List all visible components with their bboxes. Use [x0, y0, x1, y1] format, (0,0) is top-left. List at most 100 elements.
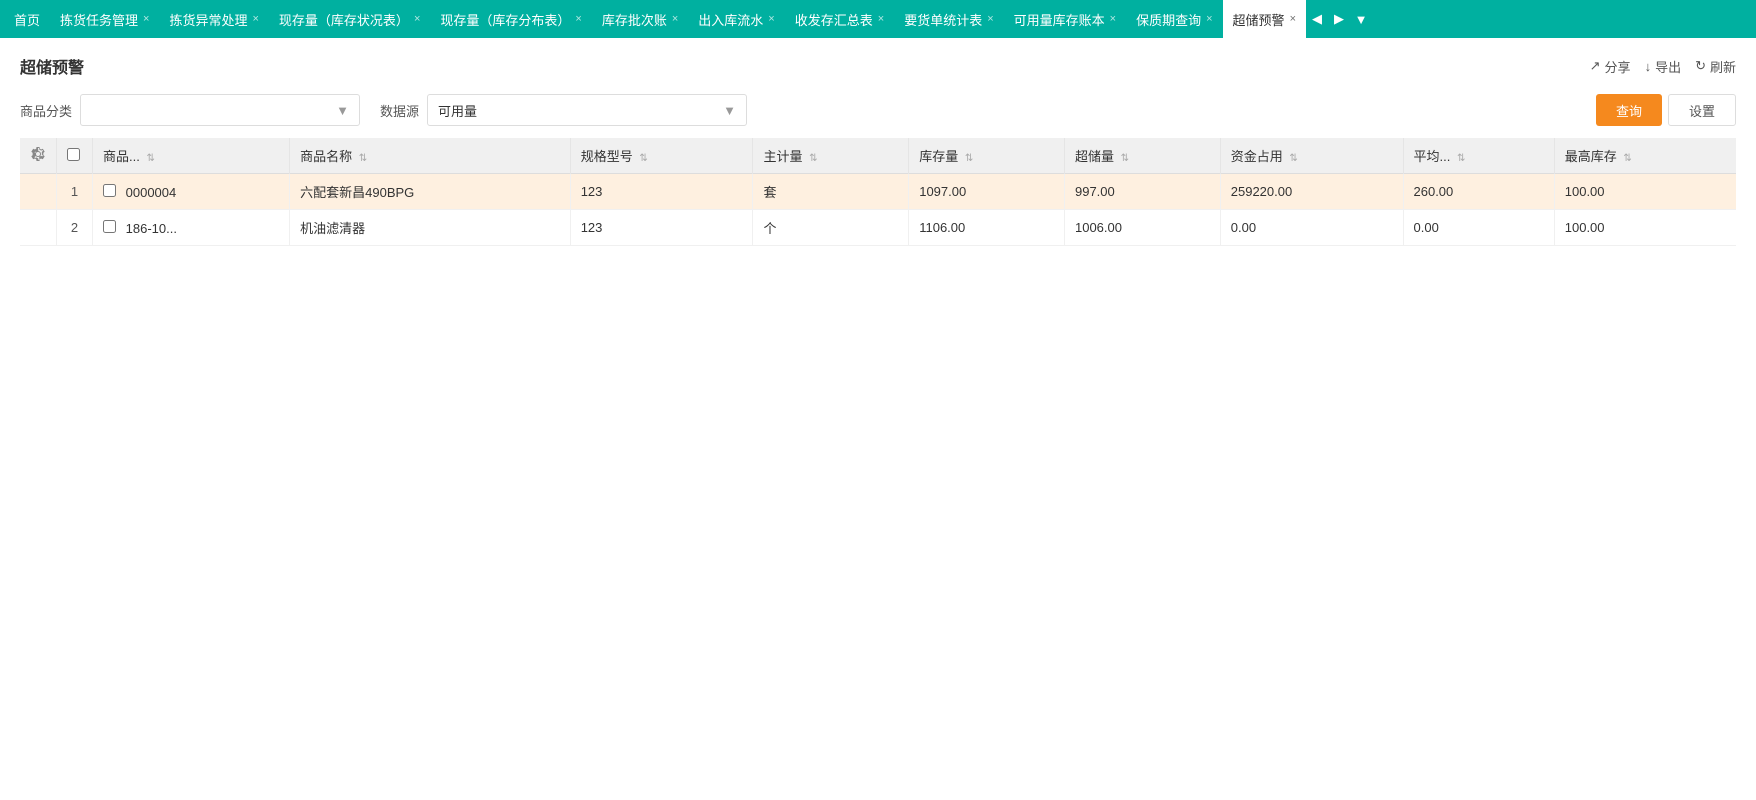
row2-max-stock: 100.00	[1554, 210, 1736, 246]
row2-stock: 1106.00	[909, 210, 1065, 246]
filter-datasource: 数据源 可用量 ▼	[380, 94, 747, 126]
row2-product-code: 186-10...	[93, 210, 290, 246]
refresh-icon: ↻	[1695, 58, 1706, 74]
header-actions: ↗ 分享 ↓ 导出 ↻ 刷新	[1590, 57, 1736, 76]
export-button[interactable]: ↓ 导出	[1645, 57, 1682, 76]
select-all-checkbox[interactable]	[67, 148, 80, 161]
export-icon: ↓	[1645, 59, 1652, 74]
query-button[interactable]: 查询	[1596, 94, 1662, 126]
row2-overstock: 1006.00	[1064, 210, 1220, 246]
row1-capital: 259220.00	[1220, 174, 1403, 210]
nav-prev-arrow[interactable]: ◀	[1306, 0, 1328, 38]
table-row: 2 186-10... 机油滤清器 123 个 1106.00 1006.00 …	[20, 210, 1736, 246]
sort-icon-unit: ⇅	[809, 153, 817, 164]
gear-icon	[30, 146, 46, 162]
table-header-capital[interactable]: 资金占用 ⇅	[1220, 138, 1403, 174]
page-title: 超储预警	[20, 54, 84, 78]
row2-settings-cell	[20, 210, 57, 246]
row1-max-stock: 100.00	[1554, 174, 1736, 210]
sort-icon-product-name: ⇅	[359, 153, 367, 164]
nav-tab-batch[interactable]: 库存批次账 ×	[592, 0, 688, 38]
datasource-select[interactable]: 可用量 ▼	[427, 94, 747, 126]
share-icon: ↗	[1590, 58, 1601, 74]
refresh-button[interactable]: ↻ 刷新	[1695, 57, 1736, 76]
sort-icon-product-code: ⇅	[146, 153, 154, 164]
row1-checkbox[interactable]	[103, 184, 116, 197]
row1-overstock: 997.00	[1064, 174, 1220, 210]
nav-tab-exception[interactable]: 拣货异常处理 ×	[159, 0, 268, 38]
row2-avg: 0.00	[1403, 210, 1554, 246]
sort-icon-spec: ⇅	[639, 153, 647, 164]
sort-icon-overstock: ⇅	[1121, 153, 1129, 164]
page-content: 超储预警 ↗ 分享 ↓ 导出 ↻ 刷新 商品分类 ▼ 数据源	[0, 38, 1756, 800]
datasource-dropdown-icon: ▼	[723, 103, 736, 118]
table-header-max-stock[interactable]: 最高库存 ⇅	[1554, 138, 1736, 174]
page-header: 超储预警 ↗ 分享 ↓ 导出 ↻ 刷新	[20, 54, 1736, 78]
nav-tab-expiry[interactable]: 保质期查询 ×	[1126, 0, 1222, 38]
filter-row: 商品分类 ▼ 数据源 可用量 ▼ 查询 设置	[20, 94, 1736, 126]
close-tab-inventory-dist[interactable]: ×	[575, 13, 581, 25]
row2-product-name: 机油滤清器	[290, 210, 571, 246]
filter-product-category: 商品分类 ▼	[20, 94, 360, 126]
nav-expand-arrow[interactable]: ▼	[1350, 0, 1372, 38]
row1-unit: 套	[753, 174, 909, 210]
sort-icon-avg: ⇅	[1457, 153, 1465, 164]
settings-button[interactable]: 设置	[1668, 94, 1736, 126]
table-header-product-code[interactable]: 商品... ⇅	[93, 138, 290, 174]
table-header-stock[interactable]: 库存量 ⇅	[909, 138, 1065, 174]
sort-icon-capital: ⇅	[1289, 153, 1297, 164]
close-tab-available[interactable]: ×	[1110, 13, 1116, 25]
table-header-spec[interactable]: 规格型号 ⇅	[570, 138, 753, 174]
row2-checkbox[interactable]	[103, 220, 116, 233]
product-category-select[interactable]: ▼	[80, 94, 360, 126]
datasource-label: 数据源	[380, 101, 419, 120]
table-header-unit[interactable]: 主计量 ⇅	[753, 138, 909, 174]
nav-tab-inventory-status[interactable]: 现存量（库存状况表） ×	[269, 0, 430, 38]
row1-product-name: 六配套新昌490BPG	[290, 174, 571, 210]
row2-num: 2	[57, 210, 93, 246]
nav-tab-summary[interactable]: 收发存汇总表 ×	[785, 0, 894, 38]
nav-tab-available[interactable]: 可用量库存账本 ×	[1004, 0, 1126, 38]
close-tab-flow[interactable]: ×	[768, 13, 774, 25]
table-header-row: 商品... ⇅ 商品名称 ⇅ 规格型号 ⇅ 主计量 ⇅ 库存量 ⇅	[20, 138, 1736, 174]
table-header-avg[interactable]: 平均... ⇅	[1403, 138, 1554, 174]
filter-actions: 查询 设置	[1596, 94, 1736, 126]
top-nav: 首页 拣货任务管理 × 拣货异常处理 × 现存量（库存状况表） × 现存量（库存…	[0, 0, 1756, 38]
close-tab-overstock[interactable]: ×	[1290, 13, 1296, 25]
row2-spec: 123	[570, 210, 753, 246]
row1-product-code: 0000004	[93, 174, 290, 210]
table-row: 1 0000004 六配套新昌490BPG 123 套 1097.00 997.…	[20, 174, 1736, 210]
close-tab-exception[interactable]: ×	[252, 13, 258, 25]
row1-num: 1	[57, 174, 93, 210]
row1-settings-cell	[20, 174, 57, 210]
nav-tab-task[interactable]: 拣货任务管理 ×	[50, 0, 159, 38]
share-button[interactable]: ↗ 分享	[1590, 57, 1631, 76]
close-tab-inventory-status[interactable]: ×	[414, 13, 420, 25]
table-header-overstock[interactable]: 超储量 ⇅	[1064, 138, 1220, 174]
product-category-dropdown-icon: ▼	[336, 103, 349, 118]
nav-tab-inventory-dist[interactable]: 现存量（库存分布表） ×	[430, 0, 591, 38]
close-tab-task[interactable]: ×	[143, 13, 149, 25]
nav-next-arrow[interactable]: ▶	[1328, 0, 1350, 38]
close-tab-batch[interactable]: ×	[672, 13, 678, 25]
nav-tab-flow[interactable]: 出入库流水 ×	[688, 0, 784, 38]
data-table: 商品... ⇅ 商品名称 ⇅ 规格型号 ⇅ 主计量 ⇅ 库存量 ⇅	[20, 138, 1736, 246]
product-category-label: 商品分类	[20, 101, 72, 120]
row1-stock: 1097.00	[909, 174, 1065, 210]
table-header-product-name[interactable]: 商品名称 ⇅	[290, 138, 571, 174]
row2-capital: 0.00	[1220, 210, 1403, 246]
row1-spec: 123	[570, 174, 753, 210]
nav-tab-home[interactable]: 首页	[4, 0, 50, 38]
sort-icon-stock: ⇅	[965, 153, 973, 164]
table-header-checkbox[interactable]	[57, 138, 93, 174]
nav-tab-overstock[interactable]: 超储预警 ×	[1223, 0, 1306, 38]
datasource-value: 可用量	[438, 101, 477, 120]
close-tab-summary[interactable]: ×	[878, 13, 884, 25]
row1-avg: 260.00	[1403, 174, 1554, 210]
nav-tab-order-stats[interactable]: 要货单统计表 ×	[894, 0, 1003, 38]
close-tab-order-stats[interactable]: ×	[987, 13, 993, 25]
table-header-settings	[20, 138, 57, 174]
row2-unit: 个	[753, 210, 909, 246]
close-tab-expiry[interactable]: ×	[1206, 13, 1212, 25]
sort-icon-max-stock: ⇅	[1623, 153, 1631, 164]
